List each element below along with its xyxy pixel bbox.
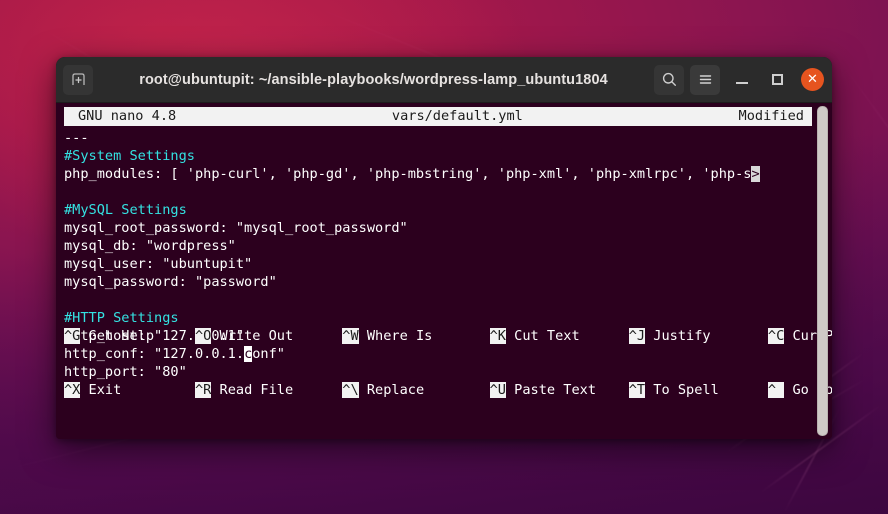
shortcut-label[interactable]: Exit (80, 382, 195, 398)
line-text: mysql_root_password: "mysql_root_passwor… (64, 220, 408, 236)
editor-line: #System Settings (64, 147, 832, 165)
comment-text: #System Settings (64, 148, 195, 164)
nano-status-bar: GNU nano 4.8 vars/default.yml Modified (64, 107, 812, 126)
shortcut-key[interactable]: ^T (628, 382, 646, 398)
shortcut-key[interactable]: ^X (64, 382, 81, 398)
nano-filename: vars/default.yml (391, 108, 523, 124)
shortcut-key[interactable]: ^K (489, 328, 506, 344)
shortcut-key[interactable]: ^\ (342, 382, 359, 398)
nano-shortcut-bar: ^G Get Help ^O Write Out ^W Where Is ^K … (64, 291, 832, 435)
line-text: php_modules: [ 'php-curl', 'php-gd', 'ph… (64, 166, 752, 182)
shortcut-label[interactable]: Cut Text (506, 328, 629, 344)
search-icon (662, 72, 676, 87)
menu-button[interactable] (690, 64, 720, 95)
editor-line: #MySQL Settings (64, 201, 832, 219)
shortcut-key[interactable]: ^C (767, 328, 785, 344)
shortcut-label[interactable]: Get Help (80, 328, 195, 344)
line-text: --- (64, 130, 89, 146)
new-tab-button[interactable] (63, 64, 93, 95)
terminal-window: root@ubuntupit: ~/ansible-playbooks/word… (56, 57, 832, 439)
maximize-icon (771, 74, 783, 85)
terminal-content-area[interactable]: GNU nano 4.8 vars/default.yml Modified -… (56, 103, 832, 439)
shortcut-label[interactable]: Write Out (211, 328, 342, 344)
hamburger-menu-icon (699, 75, 711, 84)
nano-shortcut-row: ^G Get Help ^O Write Out ^W Where Is ^K … (64, 327, 832, 345)
shortcut-key[interactable]: ^W (342, 328, 359, 344)
close-icon: ✕ (807, 72, 818, 87)
editor-line: mysql_password: "password" (64, 273, 832, 291)
nano-version: GNU nano 4.8 (78, 108, 177, 124)
shortcut-label[interactable]: Read File (211, 382, 342, 398)
shortcut-label[interactable]: Paste Text (506, 382, 629, 398)
shortcut-key[interactable]: ^G (64, 328, 81, 344)
shortcut-key[interactable]: ^J (628, 328, 646, 344)
nano-modified-status: Modified (738, 108, 804, 124)
line-text: mysql_db: "wordpress" (64, 238, 236, 254)
shortcut-label[interactable]: Replace (359, 382, 490, 398)
editor-line: mysql_root_password: "mysql_root_passwor… (64, 219, 832, 237)
line-continuation-marker: > (751, 166, 760, 182)
window-title: root@ubuntupit: ~/ansible-playbooks/word… (139, 71, 608, 88)
comment-text: #MySQL Settings (64, 202, 187, 218)
shortcut-key[interactable]: ^R (194, 382, 212, 398)
minimize-button[interactable] (729, 67, 755, 93)
editor-line: php_modules: [ 'php-curl', 'php-gd', 'ph… (64, 165, 832, 183)
editor-line: --- (64, 129, 832, 147)
terminal-scrollbar[interactable] (817, 106, 828, 436)
maximize-button[interactable] (764, 67, 790, 93)
shortcut-label[interactable]: To Spell (645, 382, 768, 398)
editor-line: mysql_db: "wordpress" (64, 237, 832, 255)
new-tab-icon (71, 73, 85, 85)
close-button[interactable]: ✕ (801, 68, 824, 91)
nano-shortcut-row: ^X Exit ^R Read File ^\ Replace ^U Paste… (64, 381, 832, 399)
shortcut-label[interactable]: Where Is (359, 328, 490, 344)
editor-line: mysql_user: "ubuntupit" (64, 255, 832, 273)
minimize-icon (736, 82, 748, 84)
shortcut-key[interactable]: ^O (194, 328, 212, 344)
shortcut-key[interactable]: ^U (489, 382, 506, 398)
shortcut-label[interactable]: Justify (645, 328, 768, 344)
shortcut-key[interactable]: ^ (767, 382, 785, 398)
line-text: mysql_user: "ubuntupit" (64, 256, 253, 272)
line-text: mysql_password: "password" (64, 274, 277, 290)
window-title-bar: root@ubuntupit: ~/ansible-playbooks/word… (56, 57, 832, 103)
search-button[interactable] (654, 64, 684, 95)
